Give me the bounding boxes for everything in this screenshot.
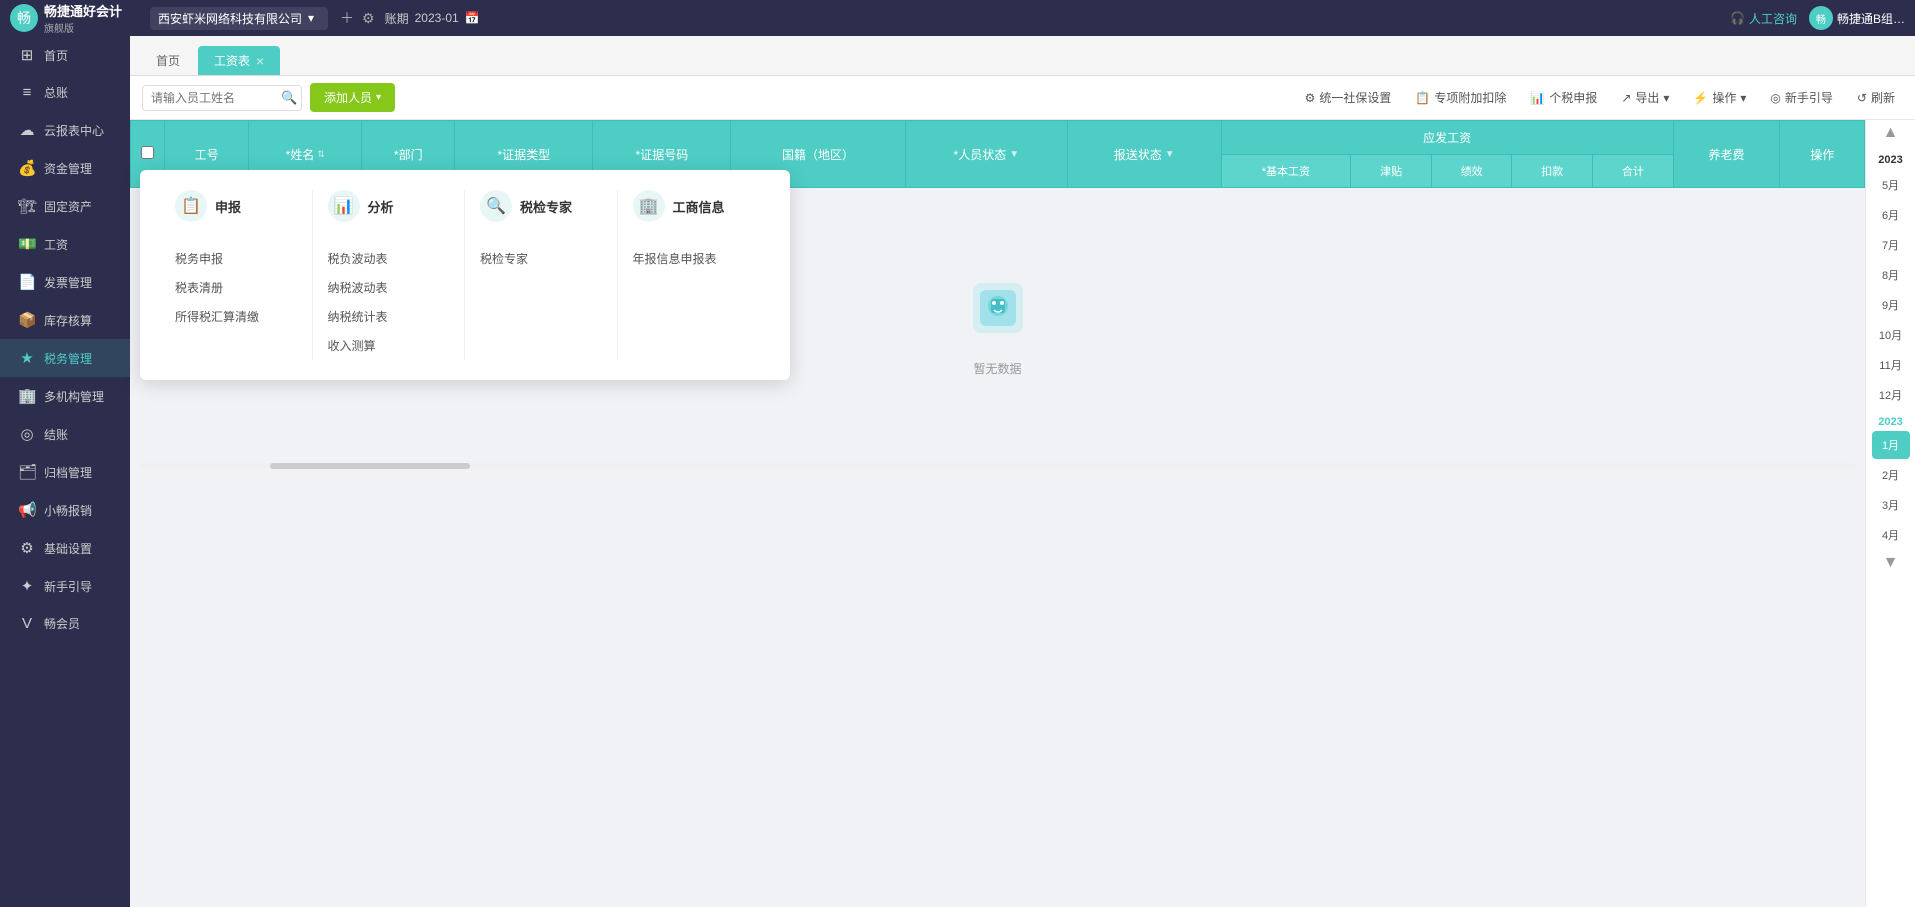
shenbao-icon: 📋 (175, 190, 207, 222)
menu-item-annual-report[interactable]: 年报信息申报表 (633, 244, 756, 273)
dropdown-menu: 📋 申报 税务申报 税表清册 所得税汇算清缴 📊 分析 税负波动表 纳税波动表 … (140, 170, 790, 380)
menu-item-tax-declare[interactable]: 税务申报 (175, 244, 297, 273)
menu-item-income-tax[interactable]: 所得税汇算清缴 (175, 302, 297, 331)
menu-item-tax-fluctuation[interactable]: 纳税波动表 (328, 273, 450, 302)
menu-section-header-shuijian: 🔍 税检专家 (480, 190, 602, 230)
menu-item-tax-stats[interactable]: 纳税统计表 (328, 302, 450, 331)
menu-section-header-gongshang: 🏢 工商信息 (633, 190, 756, 230)
menu-section-shenbao: 📋 申报 税务申报 税表清册 所得税汇算清缴 (160, 190, 313, 360)
menu-section-header-fenxi: 📊 分析 (328, 190, 450, 230)
menu-section-title-gongshang: 工商信息 (673, 197, 725, 216)
menu-item-tax-burden[interactable]: 税负波动表 (328, 244, 450, 273)
shuijian-icon: 🔍 (480, 190, 512, 222)
menu-item-tax-expert[interactable]: 税检专家 (480, 244, 602, 273)
menu-section-header-shenbao: 📋 申报 (175, 190, 297, 230)
dropdown-overlay (0, 0, 1915, 907)
menu-section-title-shenbao: 申报 (215, 197, 241, 216)
menu-section-shuijian: 🔍 税检专家 税检专家 (465, 190, 618, 360)
menu-section-title-shuijian: 税检专家 (520, 197, 572, 216)
menu-section-fenxi: 📊 分析 税负波动表 纳税波动表 纳税统计表 收入测算 (313, 190, 466, 360)
gongshang-icon: 🏢 (633, 190, 665, 222)
menu-section-title-fenxi: 分析 (368, 197, 394, 216)
menu-item-tax-table[interactable]: 税表清册 (175, 273, 297, 302)
menu-section-gongshang: 🏢 工商信息 年报信息申报表 (618, 190, 771, 360)
fenxi-icon: 📊 (328, 190, 360, 222)
menu-item-income-estimate[interactable]: 收入测算 (328, 331, 450, 360)
